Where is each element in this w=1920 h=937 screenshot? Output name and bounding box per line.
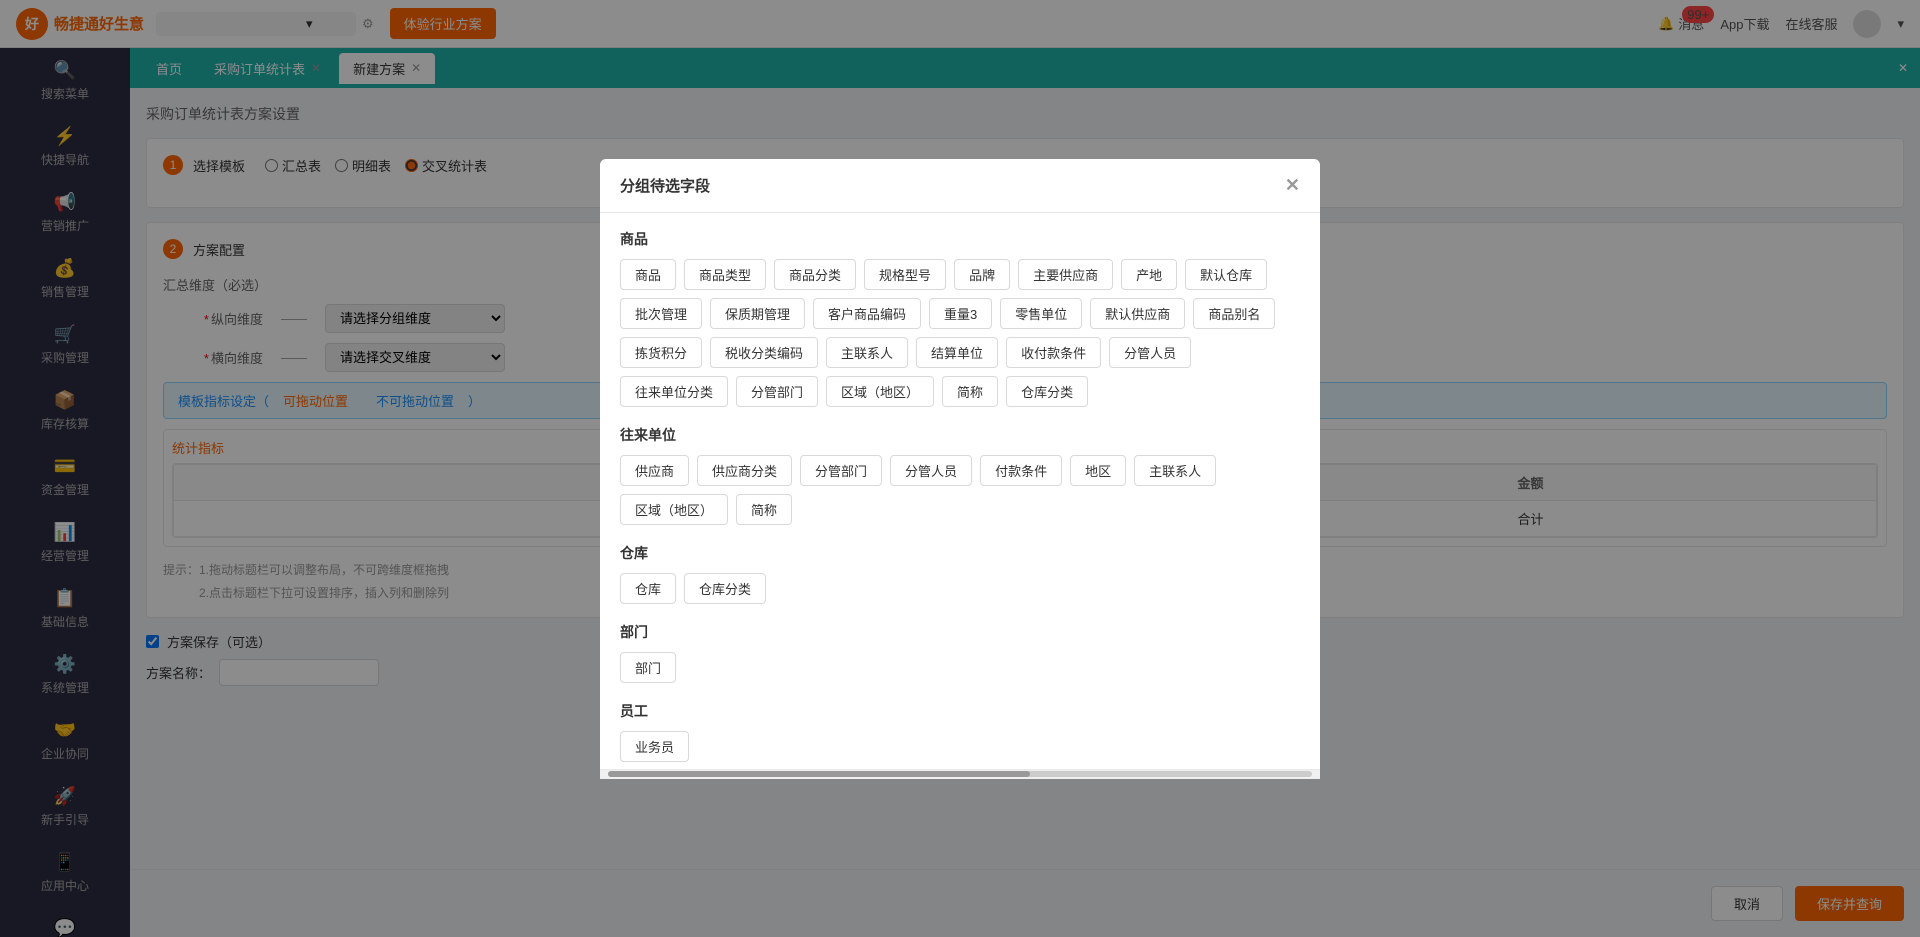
field-tag-0-8[interactable]: 批次管理 [620, 298, 702, 329]
modal-section-员工: 员工业务员 [620, 701, 1300, 762]
field-tag-0-4[interactable]: 品牌 [954, 259, 1010, 290]
field-tag-0-20[interactable]: 分管人员 [1109, 337, 1191, 368]
field-tag-1-8[interactable]: 简称 [736, 494, 792, 525]
field-tag-0-16[interactable]: 税收分类编码 [710, 337, 818, 368]
field-tag-2-0[interactable]: 仓库 [620, 573, 676, 604]
field-tag-1-7[interactable]: 区域（地区） [620, 494, 728, 525]
modal-close-button[interactable]: ✕ [1285, 175, 1300, 196]
field-tag-0-11[interactable]: 重量3 [929, 298, 992, 329]
horizontal-scrollbar[interactable] [608, 771, 1312, 777]
modal-section-title-3: 部门 [620, 622, 1300, 642]
field-tag-0-24[interactable]: 简称 [942, 376, 998, 407]
field-tag-2-1[interactable]: 仓库分类 [684, 573, 766, 604]
field-tag-0-23[interactable]: 区域（地区） [826, 376, 934, 407]
field-tag-0-25[interactable]: 仓库分类 [1006, 376, 1088, 407]
field-tag-1-5[interactable]: 地区 [1070, 455, 1126, 486]
field-tag-0-6[interactable]: 产地 [1121, 259, 1177, 290]
field-tag-1-0[interactable]: 供应商 [620, 455, 689, 486]
field-tag-0-18[interactable]: 结算单位 [916, 337, 998, 368]
field-tag-0-21[interactable]: 往来单位分类 [620, 376, 728, 407]
modal-section-title-0: 商品 [620, 229, 1300, 249]
modal-section-商品: 商品商品商品类型商品分类规格型号品牌主要供应商产地默认仓库批次管理保质期管理客户… [620, 229, 1300, 407]
modal-section-部门: 部门部门 [620, 622, 1300, 683]
field-tag-1-1[interactable]: 供应商分类 [697, 455, 792, 486]
field-tag-1-4[interactable]: 付款条件 [980, 455, 1062, 486]
modal-section-title-1: 往来单位 [620, 425, 1300, 445]
scroll-thumb [608, 771, 1030, 777]
modal-header: 分组待选字段 ✕ [600, 159, 1320, 213]
modal-section-title-4: 员工 [620, 701, 1300, 721]
field-tag-0-17[interactable]: 主联系人 [826, 337, 908, 368]
field-tag-1-6[interactable]: 主联系人 [1134, 455, 1216, 486]
field-tag-0-3[interactable]: 规格型号 [864, 259, 946, 290]
modal-section-title-2: 仓库 [620, 543, 1300, 563]
field-tag-0-13[interactable]: 默认供应商 [1090, 298, 1185, 329]
modal-section-往来单位: 往来单位供应商供应商分类分管部门分管人员付款条件地区主联系人区域（地区） 简称 [620, 425, 1300, 525]
field-tag-0-0[interactable]: 商品 [620, 259, 676, 290]
field-tag-4-0[interactable]: 业务员 [620, 731, 689, 762]
field-tag-0-7[interactable]: 默认仓库 [1185, 259, 1267, 290]
modal-body: 商品商品商品类型商品分类规格型号品牌主要供应商产地默认仓库批次管理保质期管理客户… [600, 213, 1320, 769]
field-tag-0-19[interactable]: 收付款条件 [1006, 337, 1101, 368]
modal-section-仓库: 仓库仓库仓库分类 [620, 543, 1300, 604]
field-tag-3-0[interactable]: 部门 [620, 652, 676, 683]
field-tag-0-14[interactable]: 商品别名 [1193, 298, 1275, 329]
field-tag-0-22[interactable]: 分管部门 [736, 376, 818, 407]
field-tag-1-3[interactable]: 分管人员 [890, 455, 972, 486]
field-tag-0-1[interactable]: 商品类型 [684, 259, 766, 290]
field-tag-1-2[interactable]: 分管部门 [800, 455, 882, 486]
field-tag-0-15[interactable]: 拣货积分 [620, 337, 702, 368]
field-tag-0-9[interactable]: 保质期管理 [710, 298, 805, 329]
modal-scroll-bar [600, 769, 1320, 779]
modal-title: 分组待选字段 [620, 175, 710, 196]
field-tag-0-5[interactable]: 主要供应商 [1018, 259, 1113, 290]
field-tag-0-10[interactable]: 客户商品编码 [813, 298, 921, 329]
overlay: 分组待选字段 ✕ 商品商品商品类型商品分类规格型号品牌主要供应商产地默认仓库批次… [0, 0, 1920, 937]
field-tag-0-2[interactable]: 商品分类 [774, 259, 856, 290]
modal: 分组待选字段 ✕ 商品商品商品类型商品分类规格型号品牌主要供应商产地默认仓库批次… [600, 159, 1320, 779]
field-tag-0-12[interactable]: 零售单位 [1000, 298, 1082, 329]
